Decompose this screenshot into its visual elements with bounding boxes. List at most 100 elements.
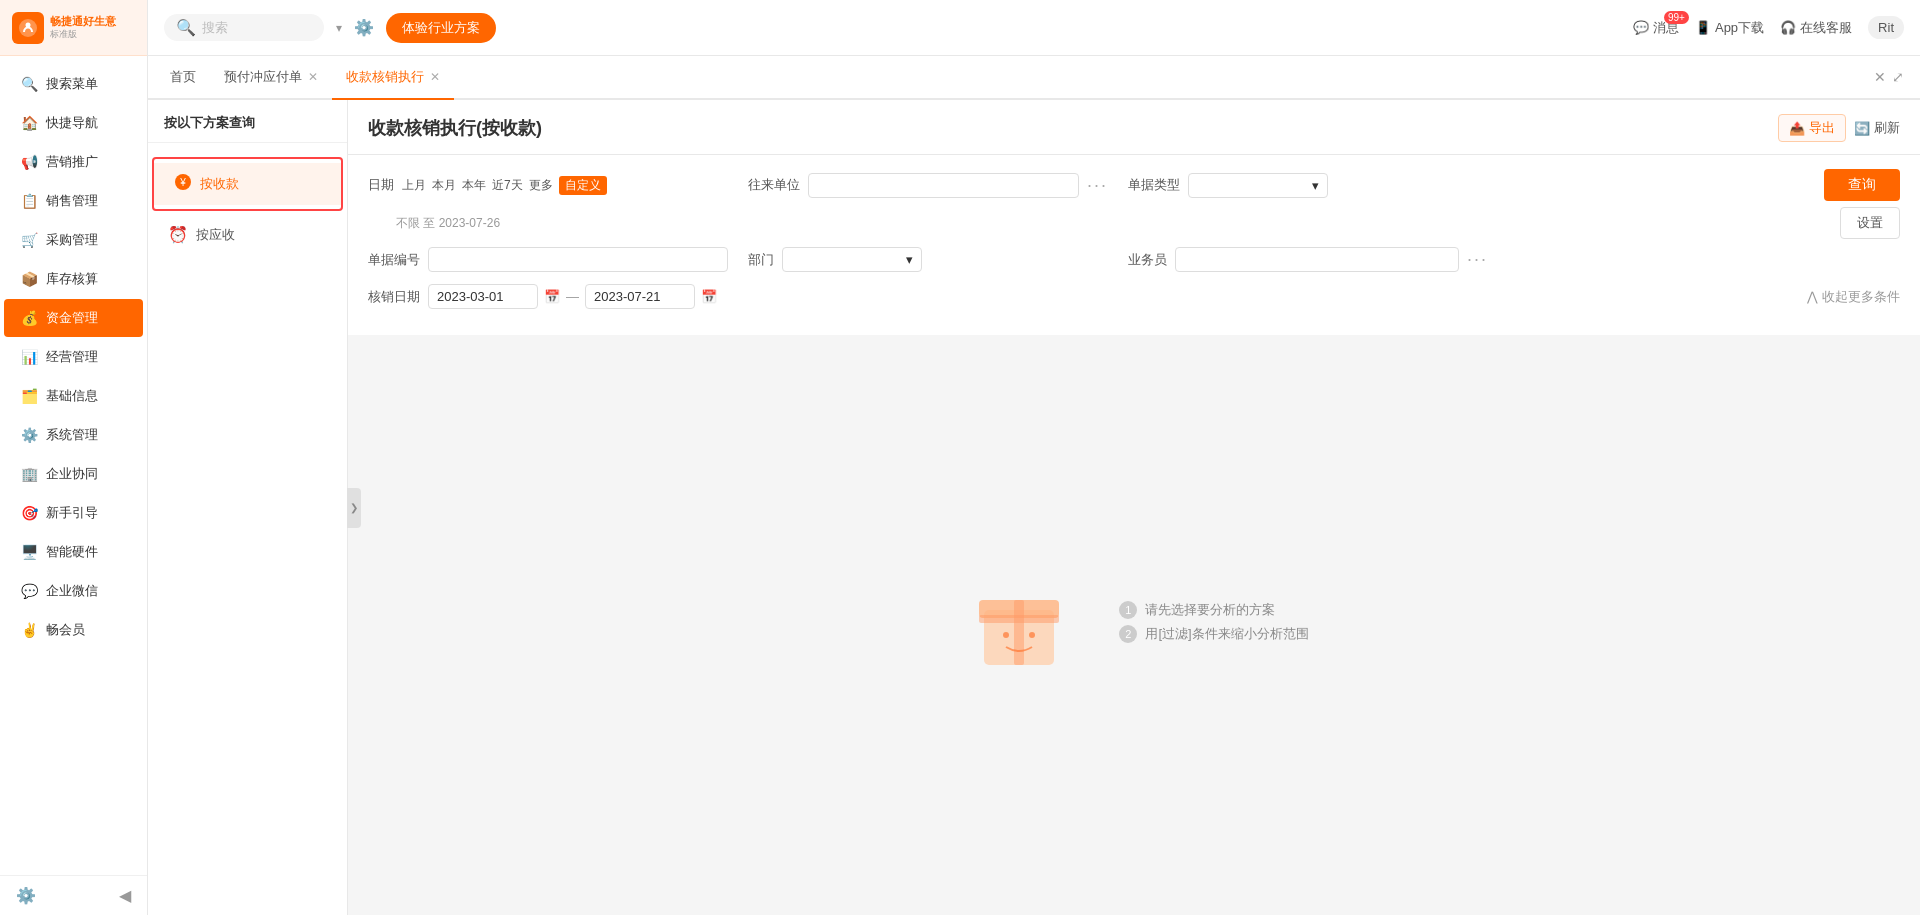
party-more-btn[interactable]: ··· <box>1087 175 1108 196</box>
sidebar-item-basic[interactable]: 🗂️ 基础信息 <box>4 377 143 415</box>
date-this-year[interactable]: 本年 <box>462 177 486 194</box>
sidebar-item-label: 畅会员 <box>46 621 85 639</box>
svg-rect-7 <box>979 615 1059 623</box>
message-btn[interactable]: 💬 消息 99+ <box>1633 19 1679 37</box>
company-icon: 🏢 <box>20 466 38 482</box>
sidebar-item-inventory[interactable]: 📦 库存核算 <box>4 260 143 298</box>
sidebar-item-company[interactable]: 🏢 企业协同 <box>4 455 143 493</box>
tab-bar: 首页 预付冲应付单 ✕ 收款核销执行 ✕ ✕ ⤢ <box>148 56 1920 100</box>
verify-date-to[interactable] <box>585 284 695 309</box>
search-icon: 🔍 <box>176 18 196 37</box>
receipt-filter-icon: ¥ <box>174 173 192 195</box>
sidebar-logo: 畅捷通好生意 标准版 <box>0 0 147 56</box>
solution-btn[interactable]: 体验行业方案 <box>386 13 496 43</box>
verify-date-from[interactable] <box>428 284 538 309</box>
header-search-placeholder: 搜索 <box>202 19 228 37</box>
tab-home[interactable]: 首页 <box>156 56 210 100</box>
filter-collapse-btn[interactable]: ❯ <box>347 488 361 528</box>
tab-prepay-close[interactable]: ✕ <box>308 70 318 84</box>
date-this-month[interactable]: 本月 <box>432 177 456 194</box>
sidebar-item-marketing[interactable]: 📢 营销推广 <box>4 143 143 181</box>
date-custom[interactable]: 自定义 <box>559 176 607 195</box>
collapse-chevron-icon: ⋀ <box>1807 289 1818 304</box>
page-title: 收款核销执行(按收款) <box>368 116 542 140</box>
doctype-label: 单据类型 <box>1128 176 1180 194</box>
sidebar-item-label: 基础信息 <box>46 387 98 405</box>
empty-num-1: 1 <box>1119 601 1137 619</box>
sidebar-item-system[interactable]: ⚙️ 系统管理 <box>4 416 143 454</box>
header-dropdown-icon[interactable]: ▾ <box>336 21 342 35</box>
sidebar-item-wechat[interactable]: 💬 企业微信 <box>4 572 143 610</box>
empty-hint-2: 2 用[过滤]条件来缩小分析范围 <box>1119 625 1308 643</box>
sidebar-item-label: 经营管理 <box>46 348 98 366</box>
window-close-icon[interactable]: ✕ <box>1874 69 1886 85</box>
doctype-field: 单据类型 ▾ <box>1128 173 1488 198</box>
sidebar-item-member[interactable]: ✌️ 畅会员 <box>4 611 143 649</box>
sidebar-item-finance[interactable]: 💰 资金管理 <box>4 299 143 337</box>
filter-by-receipt-label: 按收款 <box>200 175 239 193</box>
date-more[interactable]: 更多 <box>529 177 553 194</box>
header-gear-icon[interactable]: ⚙️ <box>354 18 374 37</box>
tab-receipt-close[interactable]: ✕ <box>430 70 440 84</box>
date-7days[interactable]: 近7天 <box>492 177 523 194</box>
window-expand-icon[interactable]: ⤢ <box>1892 69 1904 85</box>
sidebar-item-ops[interactable]: 📊 经营管理 <box>4 338 143 376</box>
verify-date-to-icon[interactable]: 📅 <box>701 289 717 304</box>
sidebar-item-quicknav[interactable]: 🏠 快捷导航 <box>4 104 143 142</box>
empty-state: 1 请先选择要分析的方案 2 用[过滤]条件来缩小分析范围 <box>348 335 1920 915</box>
purchase-icon: 🛒 <box>20 232 38 248</box>
sidebar-item-sales[interactable]: 📋 销售管理 <box>4 182 143 220</box>
tab-receipt-verify[interactable]: 收款核销执行 ✕ <box>332 56 454 100</box>
doctype-select[interactable]: ▾ <box>1188 173 1328 198</box>
online-service-btn[interactable]: 🎧 在线客服 <box>1780 19 1852 37</box>
query-btn[interactable]: 查询 <box>1824 169 1900 201</box>
settings-bottom-icon[interactable]: ⚙️ <box>16 886 36 905</box>
date-nolimit: 不限 至 2023-07-26 <box>396 215 500 232</box>
user-avatar[interactable]: Rit <box>1868 16 1904 39</box>
sidebar-item-label: 资金管理 <box>46 309 98 327</box>
refresh-btn[interactable]: 🔄 刷新 <box>1854 119 1900 137</box>
logo-name: 畅捷通好生意 <box>50 14 116 28</box>
collapse-more-btn[interactable]: ⋀ 收起更多条件 <box>1807 288 1900 306</box>
top-header: 🔍 搜索 ▾ ⚙️ 体验行业方案 💬 消息 99+ 📱 App下载 🎧 在线客服… <box>148 0 1920 56</box>
verify-date-group: 📅 — 📅 <box>428 284 717 309</box>
filter-items: ¥ 按收款 ⏰ 按应收 <box>148 143 347 264</box>
party-input[interactable] <box>808 173 1079 198</box>
system-icon: ⚙️ <box>20 427 38 443</box>
staff-more-btn[interactable]: ··· <box>1467 249 1488 270</box>
query-row-2: 单据编号 部门 ▾ 业务员 ··· <box>368 247 1900 272</box>
receivable-filter-icon: ⏰ <box>168 225 188 244</box>
sidebar-item-label: 新手引导 <box>46 504 98 522</box>
empty-content: 1 请先选择要分析的方案 2 用[过滤]条件来缩小分析范围 <box>959 575 1308 675</box>
staff-input[interactable] <box>1175 247 1459 272</box>
home-icon: 🏠 <box>20 115 38 131</box>
sidebar-collapse-icon[interactable]: ◀ <box>119 886 131 905</box>
doctype-chevron-icon: ▾ <box>1312 178 1319 193</box>
sidebar-bottom: ⚙️ ◀ <box>0 875 147 915</box>
export-btn[interactable]: 📤 导出 <box>1778 114 1846 142</box>
sidebar-item-hardware[interactable]: 🖥️ 智能硬件 <box>4 533 143 571</box>
date-last-month[interactable]: 上月 <box>402 177 426 194</box>
app-download-btn[interactable]: 📱 App下载 <box>1695 19 1764 37</box>
docno-input[interactable] <box>428 247 728 272</box>
sidebar-item-newbie[interactable]: 🎯 新手引导 <box>4 494 143 532</box>
query-form: 日期 上月 本月 本年 近7天 更多 自定义 往来单位 ··· <box>348 155 1920 335</box>
action-buttons: 查询 <box>1824 169 1900 201</box>
member-icon: ✌️ <box>20 622 38 638</box>
sidebar-item-label: 搜索菜单 <box>46 75 98 93</box>
sidebar-item-search[interactable]: 🔍 搜索菜单 <box>4 65 143 103</box>
tab-prepay[interactable]: 预付冲应付单 ✕ <box>210 56 332 100</box>
empty-illustration <box>959 575 1079 675</box>
verify-date-from-icon[interactable]: 📅 <box>544 289 560 304</box>
query-row-3: 核销日期 📅 — 📅 ⋀ 收起更多条件 <box>368 284 1900 309</box>
filter-by-receivable[interactable]: ⏰ 按应收 <box>148 215 347 254</box>
filter-by-receipt[interactable]: ¥ 按收款 <box>154 163 341 205</box>
dept-select[interactable]: ▾ <box>782 247 922 272</box>
sidebar-item-purchase[interactable]: 🛒 采购管理 <box>4 221 143 259</box>
content-area: 按以下方案查询 ¥ 按收款 ⏰ 按应收 <box>148 100 1920 915</box>
header-search-area[interactable]: 🔍 搜索 <box>164 14 324 41</box>
search-menu-icon: 🔍 <box>20 76 38 92</box>
settings-btn[interactable]: 设置 <box>1840 207 1900 239</box>
logo-sub: 标准版 <box>50 28 116 41</box>
svg-point-1 <box>26 22 31 27</box>
